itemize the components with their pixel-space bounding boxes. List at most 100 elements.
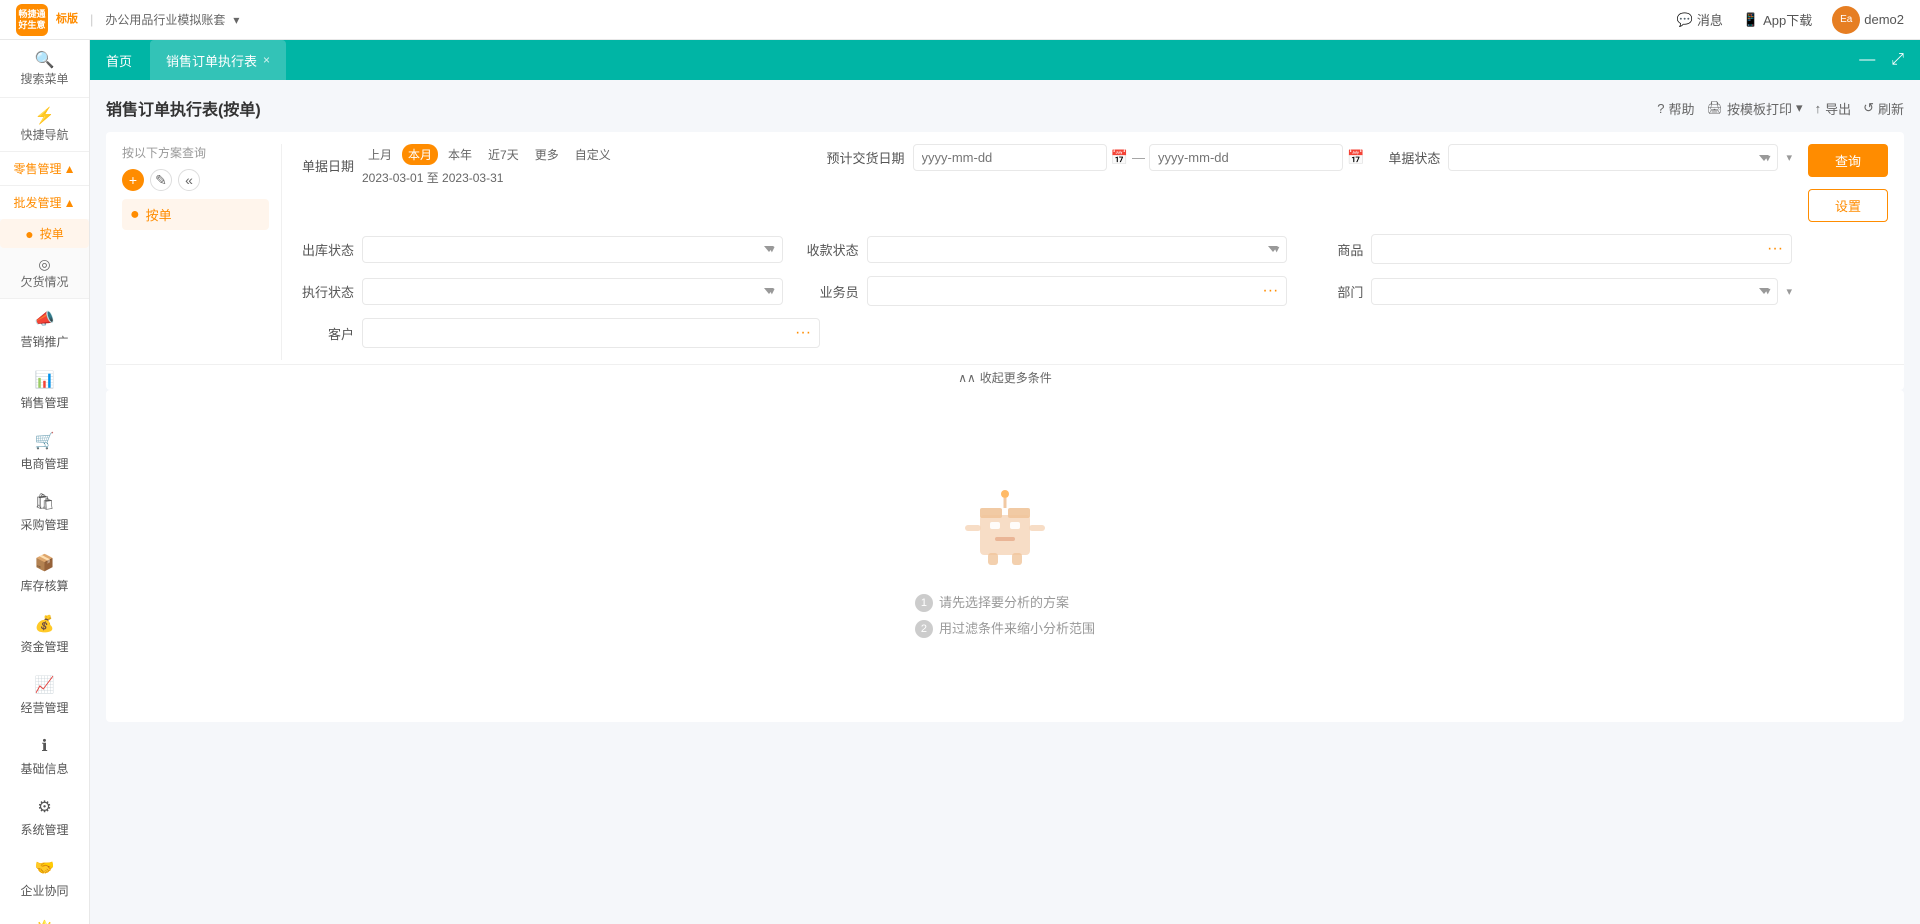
sidebar-item-marketing[interactable]: 📣 营销推广: [0, 299, 89, 360]
print-button[interactable]: 🖨 按模板打印 ▾: [1707, 99, 1803, 118]
sidebar-item-basic[interactable]: ℹ 基础信息: [0, 726, 89, 787]
filter-scheme-sidebar: 按以下方案查询 + ✎ « ● 按单: [122, 144, 282, 360]
date-tab-7days[interactable]: 近7天: [482, 144, 525, 165]
message-label: 消息: [1697, 10, 1723, 29]
stock-select[interactable]: 全部未出库部分出库已出库: [362, 236, 783, 263]
message-icon: 💬: [1677, 12, 1693, 28]
sidebar-quick-nav[interactable]: ⚡ 快捷导航: [0, 98, 89, 152]
customer-dots-button[interactable]: ···: [795, 324, 811, 342]
goods-label: 商品: [1303, 240, 1363, 259]
tab-active[interactable]: 销售订单执行表 ×: [150, 40, 286, 80]
date-tab-custom[interactable]: 自定义: [569, 144, 617, 165]
presale-label: 按单: [40, 225, 64, 242]
content-area: 首页 销售订单执行表 × — ⤢ 销售订单执行表(按单): [90, 40, 1920, 924]
sidebar-item-ecommerce[interactable]: 🛒 电商管理: [0, 421, 89, 482]
sidebar: 🔍 搜索菜单 ⚡ 快捷导航 零售管理 ▲ 批发管理 ▲: [0, 40, 90, 924]
export-button[interactable]: ↑ 导出: [1815, 99, 1852, 118]
app-download-label: App下载: [1763, 10, 1812, 29]
tab-bar-right: — ⤢: [1855, 47, 1920, 73]
expected-date-start[interactable]: [913, 144, 1107, 171]
export-icon: ↑: [1815, 101, 1822, 116]
refresh-button[interactable]: ↺ 刷新: [1863, 99, 1904, 118]
sidebar-item-newbie[interactable]: 🌟 新手引导: [0, 909, 89, 924]
help-button[interactable]: ? 帮助: [1657, 99, 1694, 118]
date-tab-more[interactable]: 更多: [529, 144, 565, 165]
calendar-icon-end[interactable]: 📅: [1347, 149, 1364, 166]
finance-icon: 💰: [35, 614, 55, 634]
breadcrumb-arrow[interactable]: ▾: [233, 13, 239, 27]
tab-maximize-button[interactable]: ⤢: [1887, 47, 1908, 73]
collapse-button[interactable]: ∧∧ 收起更多条件: [958, 369, 1052, 386]
app-logo: 畅捷通好生意: [16, 4, 48, 36]
empty-svg: [955, 470, 1055, 570]
user-avatar: Ea: [1832, 6, 1860, 34]
sidebar-item-finance[interactable]: 💰 资金管理: [0, 604, 89, 665]
date-tab-lastmonth[interactable]: 上月: [362, 144, 398, 165]
sidebar-item-sales[interactable]: 📊 销售管理: [0, 360, 89, 421]
sidebar-item-purchase[interactable]: 🛍 采购管理: [0, 482, 89, 543]
sidebar-search[interactable]: 🔍 搜索菜单: [0, 40, 89, 98]
dept-select[interactable]: 全部: [1371, 278, 1778, 305]
refresh-label: 刷新: [1878, 99, 1904, 118]
sidebar-item-inventory[interactable]: 📦 库存核算: [0, 543, 89, 604]
status-select[interactable]: 全部 待审核 已审核 已关闭: [1448, 144, 1778, 171]
sidebar-item-retail[interactable]: 零售管理 ▲: [0, 152, 89, 185]
scheme-title: 按以下方案查询: [122, 144, 269, 161]
hint-text-2: 用过滤条件来缩小分析范围: [939, 616, 1095, 642]
sales-icon: 📊: [35, 370, 55, 390]
sidebar-item-operations[interactable]: 📈 经营管理: [0, 665, 89, 726]
exec-select[interactable]: 全部未执行部分执行已执行: [362, 278, 783, 305]
expected-date-label: 预计交货日期: [825, 148, 905, 167]
calendar-icon-start[interactable]: 📅: [1111, 149, 1128, 166]
empty-hint-2: 2 用过滤条件来缩小分析范围: [915, 616, 1095, 642]
payment-select[interactable]: 全部未收款部分收款已收款: [867, 236, 1288, 263]
scheme-active-icon: ●: [130, 206, 140, 224]
sidebar-item-cooperation[interactable]: 🤝 企业协同: [0, 848, 89, 909]
scheme-label: 按以下方案查询: [122, 144, 206, 161]
tab-home[interactable]: 首页: [90, 40, 148, 80]
app-download-icon: 📱: [1743, 12, 1759, 28]
sidebar-item-system[interactable]: ⚙ 系统管理: [0, 787, 89, 848]
print-arrow: ▾: [1796, 100, 1803, 116]
expected-date-end[interactable]: [1149, 144, 1343, 171]
query-button[interactable]: 查询: [1808, 144, 1888, 177]
app-download-button[interactable]: 📱 App下载: [1743, 10, 1812, 29]
marketing-label: 营销推广: [20, 333, 68, 350]
purchase-icon: 🛍: [34, 492, 54, 512]
edit-scheme-button[interactable]: ✎: [150, 169, 172, 191]
salesman-dots-button[interactable]: ···: [1262, 282, 1278, 300]
date-tab-thismonth[interactable]: 本月: [402, 144, 438, 165]
top-bar: 畅捷通好生意 标版 | 办公用品行业模拟账套 ▾ 💬 消息 📱 App下载 Ea: [0, 0, 1920, 40]
sidebar-item-wholesale[interactable]: 批发管理 ▲: [0, 186, 89, 219]
breadcrumb: 办公用品行业模拟账套: [105, 11, 225, 28]
basic-label: 基础信息: [20, 760, 68, 777]
tab-close-button[interactable]: ×: [263, 53, 270, 67]
ecommerce-icon: 🛒: [35, 431, 55, 451]
wholesale-arrow: ▲: [64, 196, 76, 210]
purchase-label: 采购管理: [20, 516, 68, 533]
settings-button[interactable]: 设置: [1808, 189, 1888, 222]
print-label: 按模板打印: [1727, 99, 1792, 118]
collapse-scheme-button[interactable]: «: [178, 169, 200, 191]
message-button[interactable]: 💬 消息: [1677, 10, 1723, 29]
sidebar-sub-debt[interactable]: ◎ 欠货情况: [0, 248, 89, 298]
empty-illustration: [955, 470, 1055, 570]
user-profile[interactable]: Ea demo2: [1832, 6, 1904, 34]
add-scheme-button[interactable]: +: [122, 169, 144, 191]
top-bar-right: 💬 消息 📱 App下载 Ea demo2: [1677, 6, 1904, 34]
help-label: 帮助: [1668, 99, 1694, 118]
retail-arrow: ▲: [64, 162, 76, 176]
date-label: 单据日期: [294, 156, 354, 175]
scheme-item-presale[interactable]: ● 按单: [122, 199, 269, 230]
tab-minimize-button[interactable]: —: [1855, 47, 1879, 73]
tab-active-label: 销售订单执行表: [166, 51, 257, 70]
top-bar-left: 畅捷通好生意 标版 | 办公用品行业模拟账套 ▾: [16, 4, 239, 36]
export-label: 导出: [1825, 99, 1851, 118]
goods-dots-button[interactable]: ···: [1767, 240, 1783, 258]
refresh-icon: ↺: [1863, 100, 1874, 116]
retail-label: 零售管理: [14, 160, 62, 177]
date-tab-thisyear[interactable]: 本年: [442, 144, 478, 165]
collapse-bar: ∧∧ 收起更多条件: [106, 364, 1904, 390]
main-layout: 🔍 搜索菜单 ⚡ 快捷导航 零售管理 ▲ 批发管理 ▲: [0, 40, 1920, 924]
sidebar-sub-presale[interactable]: ● 按单: [0, 219, 89, 248]
